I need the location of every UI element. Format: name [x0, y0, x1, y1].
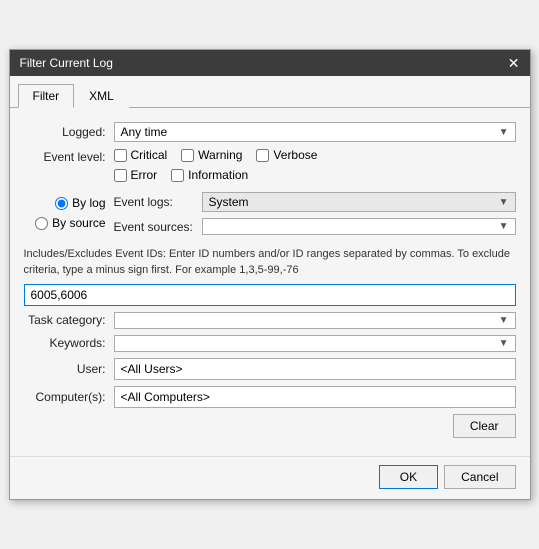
radio-bysource-label: By source	[52, 216, 105, 230]
user-wrap	[114, 358, 516, 380]
user-input[interactable]	[114, 358, 516, 380]
logs-sources: Event logs: System ▼ Event sources: ▼	[114, 192, 516, 241]
event-level-label: Event level:	[24, 148, 114, 164]
computers-input[interactable]	[114, 386, 516, 408]
eventsources-arrow: ▼	[499, 221, 509, 232]
chk-critical-label: Critical	[131, 148, 168, 162]
eventid-input[interactable]	[24, 284, 516, 306]
chk-warning-label: Warning	[198, 148, 242, 162]
radio-bysource-input[interactable]	[35, 217, 48, 230]
title-bar: Filter Current Log ✕	[10, 50, 530, 76]
filter-dialog: Filter Current Log ✕ Filter XML Logged: …	[9, 49, 531, 500]
chk-information-input[interactable]	[171, 169, 184, 182]
computers-label: Computer(s):	[24, 390, 114, 404]
taskcategory-row: Task category: ▼	[24, 312, 516, 329]
radio-bylog-input[interactable]	[55, 197, 68, 210]
eventlogs-row: Event logs: System ▼	[114, 192, 516, 212]
eventsources-row: Event sources: ▼	[114, 218, 516, 235]
chk-verbose-input[interactable]	[256, 149, 269, 162]
logged-row: Logged: Any time ▼	[24, 122, 516, 142]
keywords-row: Keywords: ▼	[24, 335, 516, 352]
chk-critical-input[interactable]	[114, 149, 127, 162]
taskcategory-dropdown[interactable]: ▼	[114, 312, 516, 329]
checkbox-critical[interactable]: Critical	[114, 148, 168, 162]
user-row: User:	[24, 358, 516, 380]
tab-filter[interactable]: Filter	[18, 84, 75, 108]
event-level-row: Event level: Critical Warning	[24, 148, 516, 186]
clear-button[interactable]: Clear	[453, 414, 516, 438]
eventlogs-dropdown[interactable]: System ▼	[202, 192, 516, 212]
ok-button[interactable]: OK	[379, 465, 438, 489]
info-text: Includes/Excludes Event IDs: Enter ID nu…	[24, 247, 516, 278]
dialog-content: Filter XML Logged: Any time ▼ Event leve…	[10, 76, 530, 499]
footer: OK Cancel	[10, 456, 530, 499]
keywords-wrap: ▼	[114, 335, 516, 352]
logged-dropdown[interactable]: Any time ▼	[114, 122, 516, 142]
eventsources-label: Event sources:	[114, 220, 202, 234]
checkbox-warning[interactable]: Warning	[181, 148, 242, 162]
keywords-label: Keywords:	[24, 336, 114, 350]
computers-wrap	[114, 386, 516, 408]
computers-row: Computer(s):	[24, 386, 516, 408]
eventlogs-label: Event logs:	[114, 195, 202, 209]
checkbox-verbose[interactable]: Verbose	[256, 148, 317, 162]
close-button[interactable]: ✕	[508, 56, 520, 70]
eventid-row	[24, 284, 516, 306]
eventlogs-arrow: ▼	[499, 197, 509, 208]
eventsources-dropdown[interactable]: ▼	[202, 218, 516, 235]
chk-warning-input[interactable]	[181, 149, 194, 162]
tab-bar: Filter XML	[10, 84, 530, 108]
chk-error-label: Error	[131, 168, 158, 182]
taskcategory-label: Task category:	[24, 313, 114, 327]
logged-value: Any time	[121, 125, 168, 139]
radio-bylog[interactable]: By log	[55, 196, 105, 210]
logged-arrow: ▼	[499, 127, 509, 138]
cancel-button[interactable]: Cancel	[444, 465, 515, 489]
keywords-dropdown[interactable]: ▼	[114, 335, 516, 352]
chk-verbose-label: Verbose	[273, 148, 317, 162]
eventlogs-value: System	[209, 195, 249, 209]
user-label: User:	[24, 362, 114, 376]
checkboxes-group: Critical Warning Verbose	[114, 148, 481, 186]
radio-col: By log By source	[24, 192, 114, 241]
radio-bylog-label: By log	[72, 196, 105, 210]
chk-error-input[interactable]	[114, 169, 127, 182]
clear-row: Clear	[24, 414, 516, 438]
keywords-arrow: ▼	[499, 338, 509, 349]
checkbox-error[interactable]: Error	[114, 168, 158, 182]
radio-sources-block: By log By source Event logs: System ▼	[24, 192, 516, 241]
dialog-title: Filter Current Log	[20, 56, 113, 70]
checkbox-information[interactable]: Information	[171, 168, 248, 182]
taskcategory-arrow: ▼	[499, 315, 509, 326]
taskcategory-wrap: ▼	[114, 312, 516, 329]
logged-dropdown-wrap: Any time ▼	[114, 122, 516, 142]
tab-xml[interactable]: XML	[74, 84, 129, 108]
chk-information-label: Information	[188, 168, 248, 182]
logged-label: Logged:	[24, 125, 114, 139]
form-body: Logged: Any time ▼ Event level: Critical	[10, 116, 530, 450]
radio-bysource[interactable]: By source	[35, 216, 105, 230]
